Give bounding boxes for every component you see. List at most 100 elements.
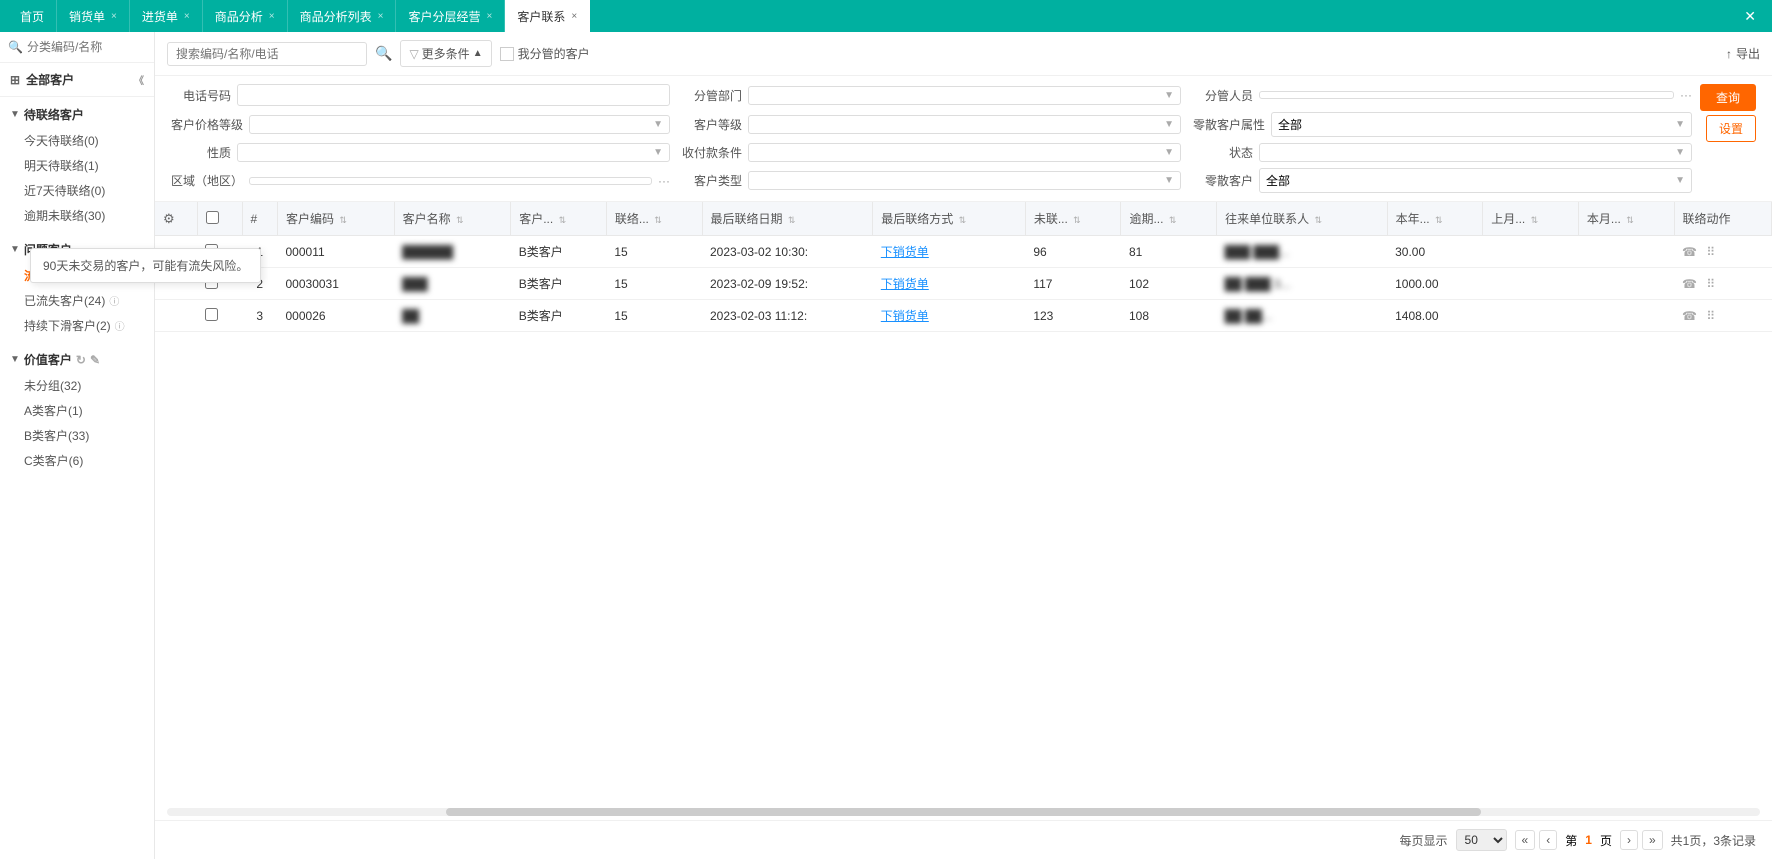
first-page-btn[interactable]: « [1515, 830, 1536, 850]
close-purchase-order[interactable]: × [184, 11, 190, 22]
zero-retail2-select[interactable]: 全部▼ [1259, 168, 1692, 193]
search-icon: 🔍 [8, 40, 23, 54]
filter-bar: 🔍 ▽ 更多条件 ▲ 我分管的客户 ↑ 导出 [155, 32, 1772, 76]
settings-col-icon[interactable]: ⚙ [163, 211, 175, 226]
person-dots[interactable]: ··· [1680, 88, 1692, 102]
query-btn[interactable]: 查询 [1700, 84, 1756, 111]
filter-action-buttons: 查询 设置 [1700, 84, 1756, 193]
row-last-type[interactable]: 下销货单 [873, 236, 1026, 268]
sidebar-item-tomorrow[interactable]: 明天待联络(1) [0, 153, 154, 178]
sidebar-item-7days[interactable]: 近7天待联络(0) [0, 178, 154, 203]
tab-product-analysis[interactable]: 商品分析 × [203, 0, 288, 32]
col-seq: # [242, 202, 277, 236]
tab-customer-contact[interactable]: 客户联系 × [505, 0, 590, 32]
edit-icon[interactable]: ✎ [90, 353, 100, 367]
export-btn[interactable]: ↑ 导出 [1726, 45, 1760, 62]
per-page-label: 每页显示 [1400, 832, 1448, 849]
sidebar-item-ungrouped[interactable]: 未分组(32) [0, 373, 154, 398]
row-checkbox[interactable] [205, 308, 218, 321]
price-grade-select[interactable]: ▼ [249, 115, 670, 134]
last-type-link[interactable]: 下销货单 [881, 245, 929, 259]
sort-overdue-icon[interactable]: ⇅ [1169, 215, 1177, 225]
sort-not-icon[interactable]: ⇅ [1073, 215, 1081, 225]
select-all-checkbox[interactable] [206, 211, 219, 224]
tab-home[interactable]: 首页 [8, 0, 57, 32]
status-arrow: ▼ [1675, 147, 1685, 158]
last-page-btn[interactable]: » [1642, 830, 1663, 850]
per-page-select[interactable]: 50 100 200 [1456, 829, 1507, 851]
close-customer-contact[interactable]: × [571, 11, 577, 22]
my-customers-filter: 我分管的客户 [500, 45, 590, 62]
sort-last-type-icon[interactable]: ⇅ [959, 215, 967, 225]
info-icon-3: ⓘ [115, 318, 125, 333]
col-settings[interactable]: ⚙ [155, 202, 197, 236]
region-dots[interactable]: ··· [658, 174, 670, 188]
sidebar-item-declining[interactable]: 持续下滑客户(2) ⓘ [0, 313, 154, 338]
action-menu-icon[interactable]: ⠿ [1706, 277, 1715, 291]
my-customers-checkbox[interactable] [500, 47, 514, 61]
tab-customer-tier[interactable]: 客户分层经营 × [396, 0, 505, 32]
person-select[interactable] [1259, 91, 1674, 99]
close-customer-tier[interactable]: × [486, 11, 492, 22]
customer-grade-select[interactable]: ▼ [748, 115, 1181, 134]
sidebar-search-input[interactable] [27, 40, 146, 54]
close-product-analysis[interactable]: × [269, 11, 275, 22]
sort-contacts-icon[interactable]: ⇅ [1314, 215, 1322, 225]
action-menu-icon[interactable]: ⠿ [1706, 245, 1715, 259]
sort-date-icon[interactable]: ⇅ [788, 215, 796, 225]
sidebar-item-churned[interactable]: 已流失客户(24) ⓘ [0, 288, 154, 313]
settings-btn[interactable]: 设置 [1706, 115, 1756, 142]
sort-contact-icon[interactable]: ⇅ [654, 215, 662, 225]
dept-select[interactable]: ▼ [748, 86, 1181, 105]
sort-type-icon[interactable]: ⇅ [559, 215, 567, 225]
tab-sales-order[interactable]: 销货单 × [57, 0, 130, 32]
sidebar-item-overdue[interactable]: 逾期未联络(30) [0, 203, 154, 228]
main-layout: 🔍 ⊞ 全部客户 《 ▼ 待联络客户 今天待联络(0) 明天待联络(1) 近7天… [0, 32, 1772, 859]
col-contacts-person: 往来单位联系人 ⇅ [1217, 202, 1388, 236]
tab-product-analysis-list[interactable]: 商品分析列表 × [288, 0, 397, 32]
close-sales-order[interactable]: × [111, 11, 117, 22]
prev-page-btn[interactable]: ‹ [1539, 830, 1557, 850]
window-close-button[interactable]: ✕ [1736, 8, 1764, 25]
close-product-analysis-list[interactable]: × [378, 11, 384, 22]
row-contact: 15 [606, 300, 702, 332]
payment-select[interactable]: ▼ [748, 143, 1181, 162]
refresh-icon[interactable]: ↻ [76, 353, 86, 367]
horizontal-scrollbar[interactable] [167, 808, 1760, 816]
next-page-btn[interactable]: › [1620, 830, 1638, 850]
last-type-link[interactable]: 下销货单 [881, 309, 929, 323]
sidebar-item-class-a[interactable]: A类客户(1) [0, 398, 154, 423]
row-contacts-person: ██ ██... [1217, 300, 1388, 332]
sort-code-icon[interactable]: ⇅ [339, 215, 347, 225]
contact-icon[interactable]: ☎ [1682, 277, 1697, 291]
customer-type-select[interactable]: ▼ [748, 171, 1181, 190]
status-select[interactable]: ▼ [1259, 143, 1692, 162]
tab-purchase-order[interactable]: 进货单 × [130, 0, 203, 32]
group-pending-contact-title[interactable]: ▼ 待联络客户 [0, 101, 154, 128]
filter-search-input[interactable] [167, 42, 367, 66]
zero-retail-select[interactable]: 全部▼ [1271, 112, 1692, 137]
filter-status-field: 状态 ▼ [1193, 143, 1692, 162]
zero-retail-arrow: ▼ [1675, 119, 1685, 130]
sidebar-item-class-c[interactable]: C类客户(6) [0, 448, 154, 473]
sidebar-all-customers[interactable]: ⊞ 全部客户 《 [0, 63, 154, 97]
region-select[interactable] [249, 177, 652, 185]
contact-icon[interactable]: ☎ [1682, 245, 1697, 259]
sidebar-item-today[interactable]: 今天待联络(0) [0, 128, 154, 153]
phone-input[interactable] [237, 84, 670, 106]
sort-year-icon[interactable]: ⇅ [1435, 215, 1443, 225]
nature-select[interactable]: ▼ [237, 143, 670, 162]
sort-this-month-icon[interactable]: ⇅ [1626, 215, 1634, 225]
group-value-customers-title[interactable]: ▼ 价值客户 ↻ ✎ [0, 346, 154, 373]
last-type-link[interactable]: 下销货单 [881, 277, 929, 291]
row-last-type[interactable]: 下销货单 [873, 300, 1026, 332]
sidebar-collapse-btn[interactable]: 《 [134, 72, 144, 87]
sidebar-item-class-b[interactable]: B类客户(33) [0, 423, 154, 448]
contact-icon[interactable]: ☎ [1682, 309, 1697, 323]
sort-last-month-icon[interactable]: ⇅ [1531, 215, 1539, 225]
sort-name-icon[interactable]: ⇅ [456, 215, 464, 225]
more-conditions-btn[interactable]: ▽ 更多条件 ▲ [400, 40, 491, 67]
action-menu-icon[interactable]: ⠿ [1706, 309, 1715, 323]
filter-search-icon[interactable]: 🔍 [375, 45, 392, 62]
row-last-type[interactable]: 下销货单 [873, 268, 1026, 300]
